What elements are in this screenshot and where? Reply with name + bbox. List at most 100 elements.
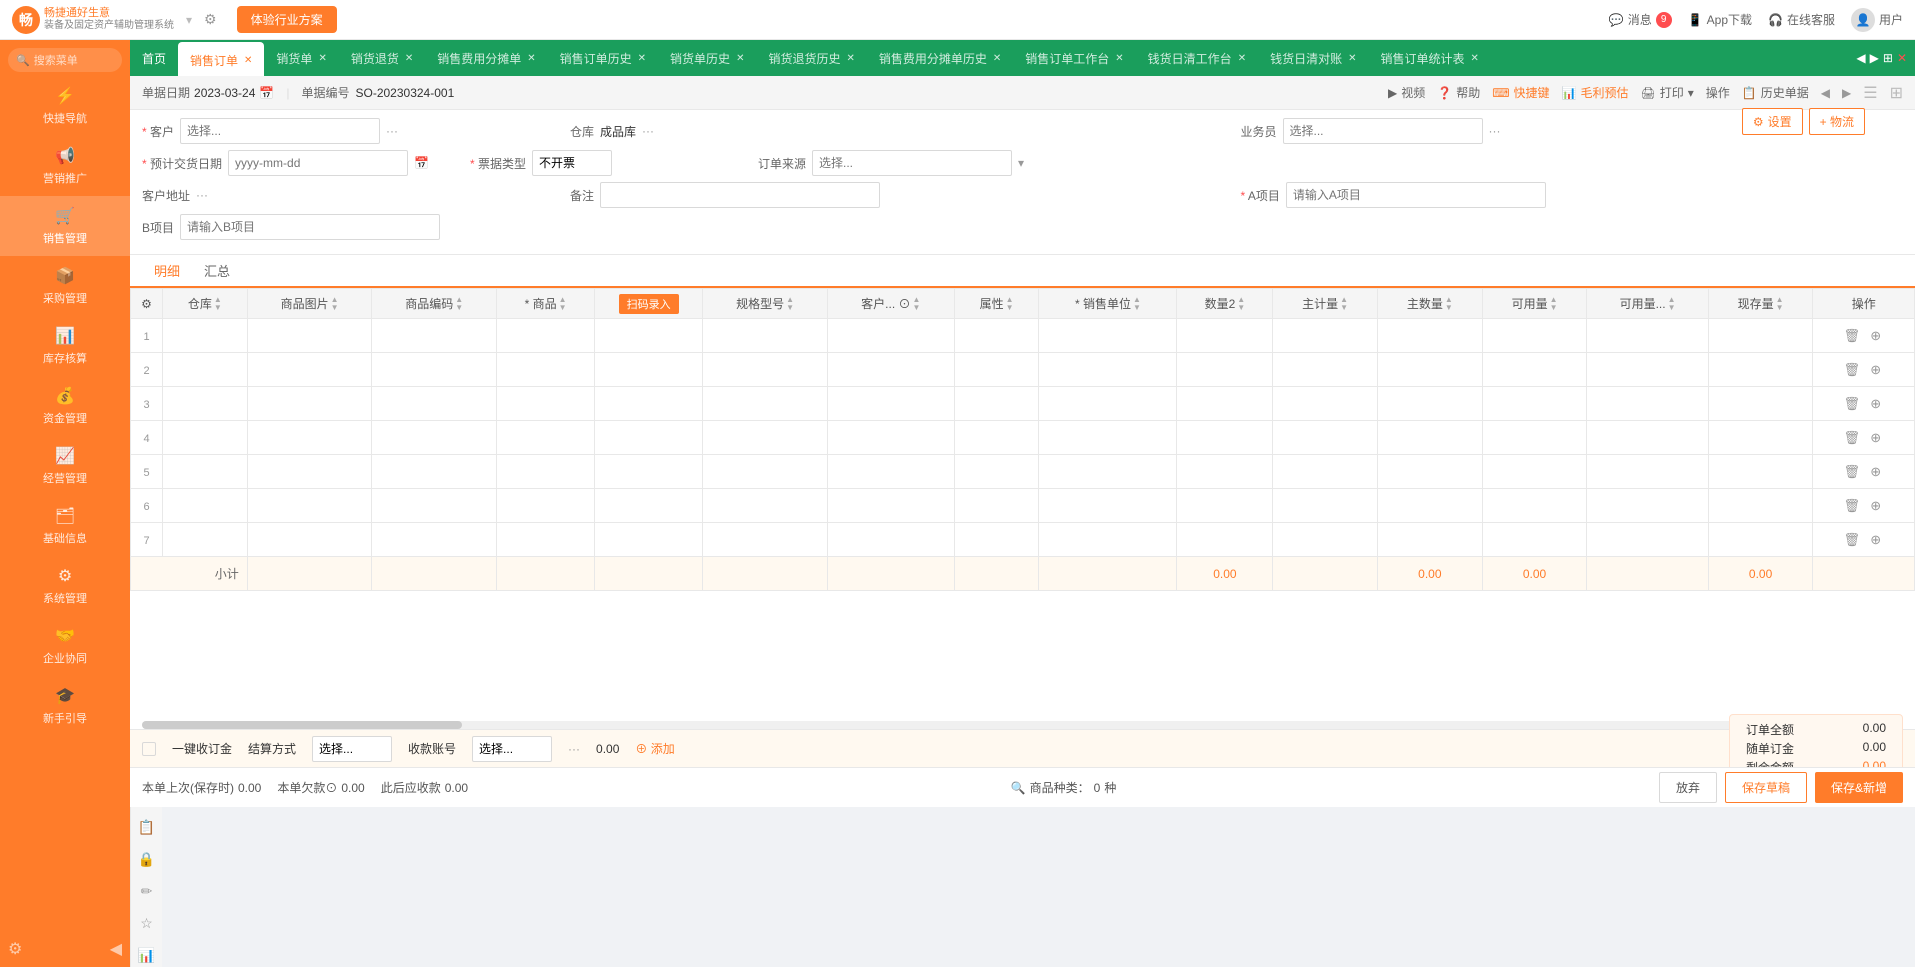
list-view-icon[interactable]: ☰ [1863, 83, 1877, 103]
account-more-icon[interactable]: ··· [568, 742, 580, 756]
tab-close-icon[interactable]: ✕ [1238, 53, 1246, 64]
add-logistics-btn[interactable]: + 物流 [1809, 108, 1865, 135]
warehouse-more-icon[interactable]: ··· [642, 124, 654, 138]
solution-button[interactable]: 体验行业方案 [237, 6, 337, 33]
tab-close-all-icon[interactable]: ✕ [1897, 51, 1907, 65]
right-icon-edit[interactable]: ✏ [135, 879, 159, 903]
pay-method-select[interactable]: 选择... [312, 736, 392, 762]
th-available[interactable]: 可用量▲▼ [1482, 289, 1587, 319]
th-scan[interactable]: 扫码录入 [595, 289, 703, 319]
staff-more-icon[interactable]: ··· [1489, 124, 1501, 138]
settings-btn[interactable]: ⚙ 设置 [1742, 108, 1803, 135]
operation-button[interactable]: 操作 [1706, 84, 1730, 101]
sidebar-item-purchase[interactable]: 📦 采购管理 [0, 256, 130, 316]
tab-close-icon[interactable]: ✕ [1348, 53, 1356, 64]
tab-fee-history[interactable]: 销售费用分摊单历史 ✕ [867, 40, 1013, 76]
remark-input[interactable] [600, 182, 880, 208]
delivery-calendar-icon[interactable]: 📅 [414, 156, 429, 170]
th-customer[interactable]: 客户... ⊙▲▼ [827, 289, 954, 319]
tab-sales-order-history[interactable]: 销售订单历史 ✕ [548, 40, 658, 76]
tab-close-icon[interactable]: ✕ [318, 53, 326, 64]
th-main-unit[interactable]: 主计量▲▼ [1273, 289, 1378, 319]
profit-forecast-button[interactable]: 📊 毛利预估 [1562, 84, 1629, 101]
delete-row-icon[interactable]: 🗑 [1842, 462, 1862, 482]
sidebar-item-inventory[interactable]: 📊 库存核算 [0, 316, 130, 376]
user-avatar[interactable]: 👤 用户 [1851, 8, 1903, 32]
copy-row-icon[interactable]: ⊕ [1866, 360, 1886, 380]
sidebar-collapse-icon[interactable]: ◀ [110, 939, 122, 959]
tab-expand-icon[interactable]: ⊞ [1883, 51, 1893, 65]
tab-close-icon[interactable]: ✕ [1471, 53, 1479, 64]
search-menu-button[interactable]: 🔍 搜索菜单 [8, 48, 122, 72]
right-icon-lock[interactable]: 🔒 [135, 847, 159, 871]
customer-more-icon[interactable]: ··· [386, 124, 398, 138]
invoice-type-select[interactable]: 不开票 [532, 150, 612, 176]
staff-input[interactable] [1283, 118, 1483, 144]
delivery-date-input[interactable] [228, 150, 408, 176]
tab-close-icon[interactable]: ✕ [846, 53, 854, 64]
tab-sales-invoice[interactable]: 销货单 ✕ [264, 40, 338, 76]
sidebar-item-newbie[interactable]: 🎓 新手引导 [0, 676, 130, 736]
discard-button[interactable]: 放弃 [1659, 772, 1717, 803]
tab-detail[interactable]: 明细 [142, 255, 192, 288]
tab-sales-order[interactable]: 销售订单 ✕ [178, 42, 264, 76]
history-order-button[interactable]: 📋 历史单据 [1742, 84, 1809, 101]
tab-close-icon[interactable]: ✕ [638, 53, 646, 64]
scan-button[interactable]: 扫码录入 [619, 294, 679, 314]
th-warehouse[interactable]: 仓库▲▼ [163, 289, 248, 319]
delete-row-icon[interactable]: 🗑 [1842, 428, 1862, 448]
th-attr[interactable]: 属性▲▼ [954, 289, 1039, 319]
th-goods[interactable]: * 商品▲▼ [497, 289, 595, 319]
settings-icon[interactable]: ⚙ [204, 11, 217, 28]
th-available2[interactable]: 可用量...▲▼ [1587, 289, 1708, 319]
help-button[interactable]: ❓ 帮助 [1437, 84, 1480, 101]
right-icon-star[interactable]: ☆ [135, 911, 159, 935]
th-unit[interactable]: * 销售单位▲▼ [1039, 289, 1177, 319]
copy-row-icon[interactable]: ⊕ [1866, 496, 1886, 516]
tab-cash-reconcile[interactable]: 钱货日清对账 ✕ [1258, 40, 1368, 76]
tab-summary[interactable]: 汇总 [192, 255, 242, 286]
add-button[interactable]: ⊕ 添加 [635, 740, 674, 757]
tab-close-icon[interactable]: ✕ [736, 53, 744, 64]
b-project-input[interactable] [180, 214, 440, 240]
online-service-button[interactable]: 🎧 在线客服 [1768, 11, 1835, 28]
sidebar-item-operation[interactable]: 📈 经营管理 [0, 436, 130, 496]
tab-close-icon[interactable]: ✕ [993, 53, 1001, 64]
th-spec[interactable]: 规格型号▲▼ [703, 289, 828, 319]
sidebar-item-quick-nav[interactable]: ⚡ 快捷导航 [0, 76, 130, 136]
tab-order-workbench[interactable]: 销售订单工作台 ✕ [1013, 40, 1135, 76]
copy-row-icon[interactable]: ⊕ [1866, 462, 1886, 482]
tab-close-icon[interactable]: ✕ [244, 55, 252, 66]
th-image[interactable]: 商品图片▲▼ [247, 289, 372, 319]
delete-row-icon[interactable]: 🗑 [1842, 326, 1862, 346]
tab-sales-fee[interactable]: 销售费用分摊单 ✕ [425, 40, 547, 76]
order-source-dropdown[interactable]: ▾ [1018, 156, 1024, 170]
th-code[interactable]: 商品编码▲▼ [372, 289, 497, 319]
one-key-checkbox[interactable] [142, 742, 156, 756]
scrollbar-thumb[interactable] [142, 721, 462, 729]
sidebar-item-fund[interactable]: 💰 资金管理 [0, 376, 130, 436]
sidebar-item-sales[interactable]: 🛒 销售管理 [0, 196, 130, 256]
tab-sales-stats[interactable]: 销售订单统计表 ✕ [1368, 40, 1490, 76]
copy-row-icon[interactable]: ⊕ [1866, 530, 1886, 550]
a-project-input[interactable] [1286, 182, 1546, 208]
data-table-container[interactable]: ⚙ 仓库▲▼ 商品图片▲▼ 商品编码▲▼ [130, 288, 1915, 721]
save-draft-button[interactable]: 保存草稿 [1725, 772, 1807, 803]
tab-prev-arrow[interactable]: ◀ [1856, 51, 1865, 65]
sidebar-item-basic[interactable]: 🗂 基础信息 [0, 496, 130, 556]
nav-next-icon[interactable]: ▶ [1842, 86, 1851, 100]
right-icon-chart[interactable]: 📊 [135, 943, 159, 967]
th-qty2[interactable]: 数量2▲▼ [1177, 289, 1273, 319]
tab-close-icon[interactable]: ✕ [527, 53, 535, 64]
th-settings[interactable]: ⚙ [131, 289, 163, 319]
calendar-icon[interactable]: 📅 [259, 86, 274, 100]
save-new-button[interactable]: 保存&新增 [1815, 772, 1903, 803]
sidebar-settings-icon[interactable]: ⚙ [8, 939, 22, 959]
delete-row-icon[interactable]: 🗑 [1842, 394, 1862, 414]
app-download-button[interactable]: 📱 App下载 [1688, 11, 1752, 28]
delete-row-icon[interactable]: 🗑 [1842, 360, 1862, 380]
address-more-icon[interactable]: ··· [196, 188, 208, 202]
sidebar-item-marketing[interactable]: 📢 营销推广 [0, 136, 130, 196]
delete-row-icon[interactable]: 🗑 [1842, 530, 1862, 550]
delete-row-icon[interactable]: 🗑 [1842, 496, 1862, 516]
